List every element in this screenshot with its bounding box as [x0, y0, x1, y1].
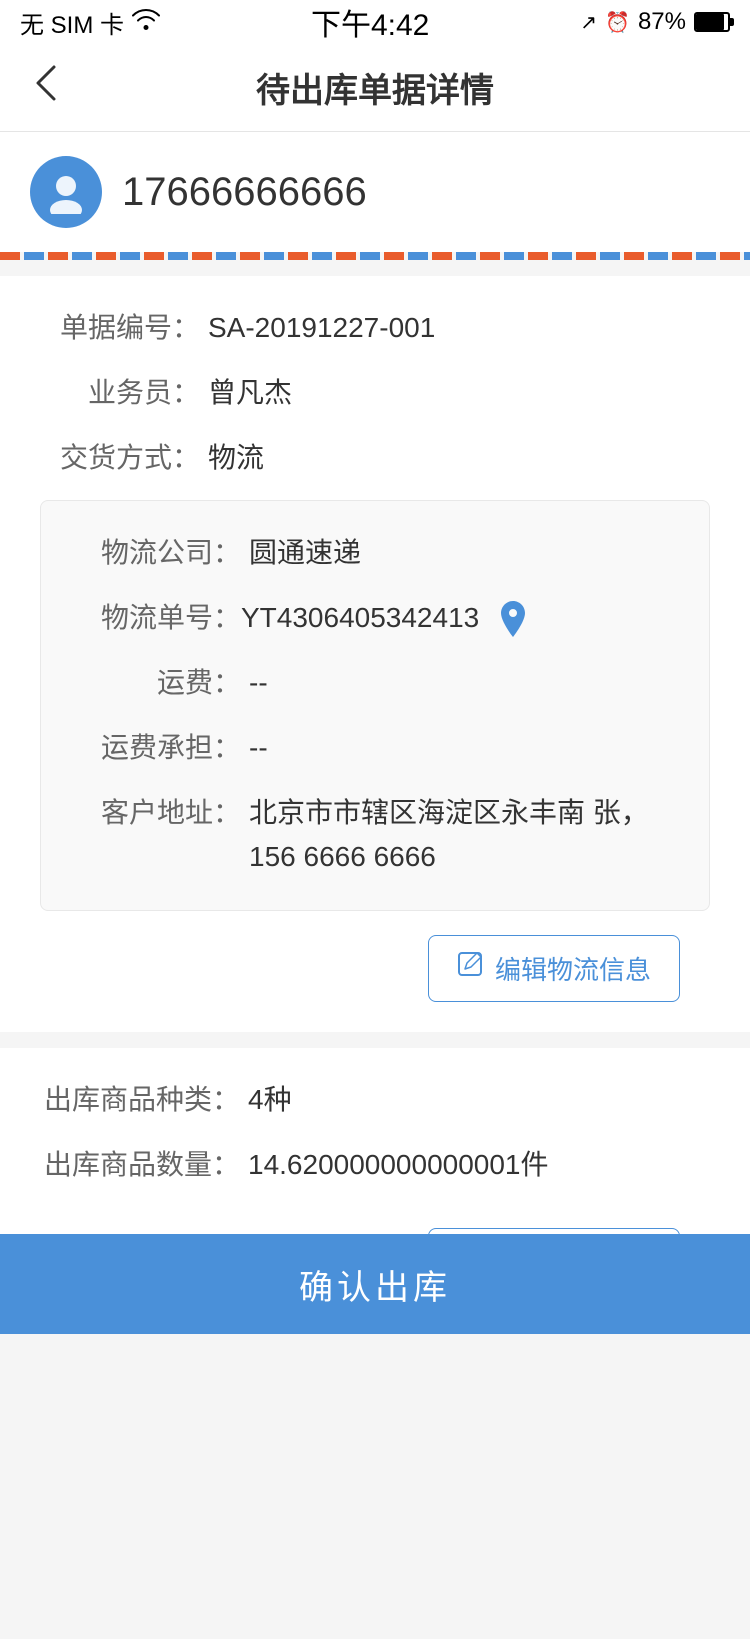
tracking-number: YT4306405342413	[241, 596, 479, 641]
empty-space	[0, 1319, 750, 1519]
gps-icon: ↗	[580, 10, 597, 35]
edit-btn-row: 编辑物流信息	[40, 911, 710, 1002]
confirm-button[interactable]: 确认出库	[0, 1234, 750, 1334]
tracking-row: 物流单号： YT4306405342413	[81, 596, 669, 641]
status-bar: 无 SIM 卡 下午4:42 ↗ ⏰ 87%	[0, 0, 750, 44]
edit-icon	[457, 951, 485, 986]
no-sim-text: 无 SIM 卡	[20, 5, 124, 40]
salesman-value: 曾凡杰	[208, 371, 710, 416]
battery-text: 87%	[638, 8, 686, 36]
freight-bearing-row: 运费承担： --	[81, 726, 669, 771]
address-value: 北京市市辖区海淀区永丰南 张，156 6666 6666	[249, 791, 669, 881]
edit-logistics-button[interactable]: 编辑物流信息	[428, 935, 680, 1002]
order-number-value: SA-20191227-001	[208, 306, 710, 351]
location-icon[interactable]	[491, 597, 535, 641]
battery-icon	[694, 12, 730, 32]
customer-phone: 17666666666	[122, 170, 367, 215]
decorative-border	[0, 252, 750, 260]
logistics-card: 物流公司： 圆通速递 物流单号： YT4306405342413 运费： --	[40, 500, 710, 911]
freight-label: 运费：	[81, 661, 241, 706]
salesman-row: 业务员： 曾凡杰	[40, 371, 710, 416]
alarm-icon: ⏰	[605, 10, 630, 35]
goods-quantity-row: 出库商品数量： 14.620000000000001件	[40, 1143, 710, 1188]
back-button[interactable]	[24, 53, 68, 123]
nav-bar: 待出库单据详情	[0, 44, 750, 132]
logistics-company-label: 物流公司：	[81, 531, 241, 576]
order-number-row: 单据编号： SA-20191227-001	[40, 306, 710, 351]
delivery-method-row: 交货方式： 物流	[40, 436, 710, 481]
wifi-icon	[132, 8, 160, 37]
delivery-method-value: 物流	[208, 436, 710, 481]
goods-type-row: 出库商品种类： 4种	[40, 1078, 710, 1123]
status-left: 无 SIM 卡	[20, 5, 160, 40]
avatar	[30, 156, 102, 228]
goods-type-value: 4种	[248, 1078, 710, 1123]
delivery-method-label: 交货方式：	[40, 436, 200, 481]
address-row: 客户地址： 北京市市辖区海淀区永丰南 张，156 6666 6666	[81, 791, 669, 881]
order-info-section: 单据编号： SA-20191227-001 业务员： 曾凡杰 交货方式： 物流 …	[0, 276, 750, 1032]
order-number-label: 单据编号：	[40, 306, 200, 351]
freight-bearing-label: 运费承担：	[81, 726, 241, 771]
freight-value: --	[249, 661, 669, 706]
confirm-button-label: 确认出库	[299, 1260, 451, 1309]
address-label: 客户地址：	[81, 791, 241, 836]
tracking-label: 物流单号：	[81, 596, 241, 641]
customer-header: 17666666666	[0, 132, 750, 252]
status-time: 下午4:42	[311, 0, 429, 44]
edit-logistics-label: 编辑物流信息	[495, 950, 651, 987]
logistics-company-value: 圆通速递	[249, 531, 669, 576]
salesman-label: 业务员：	[40, 371, 200, 416]
goods-quantity-label: 出库商品数量：	[40, 1143, 240, 1188]
logistics-company-row: 物流公司： 圆通速递	[81, 531, 669, 576]
page-title: 待出库单据详情	[256, 63, 494, 112]
freight-bearing-value: --	[249, 726, 669, 771]
goods-quantity-value: 14.620000000000001件	[248, 1143, 710, 1188]
tracking-value-row: YT4306405342413	[241, 596, 535, 641]
goods-type-label: 出库商品种类：	[40, 1078, 240, 1123]
status-right: ↗ ⏰ 87%	[580, 8, 730, 36]
freight-row: 运费： --	[81, 661, 669, 706]
